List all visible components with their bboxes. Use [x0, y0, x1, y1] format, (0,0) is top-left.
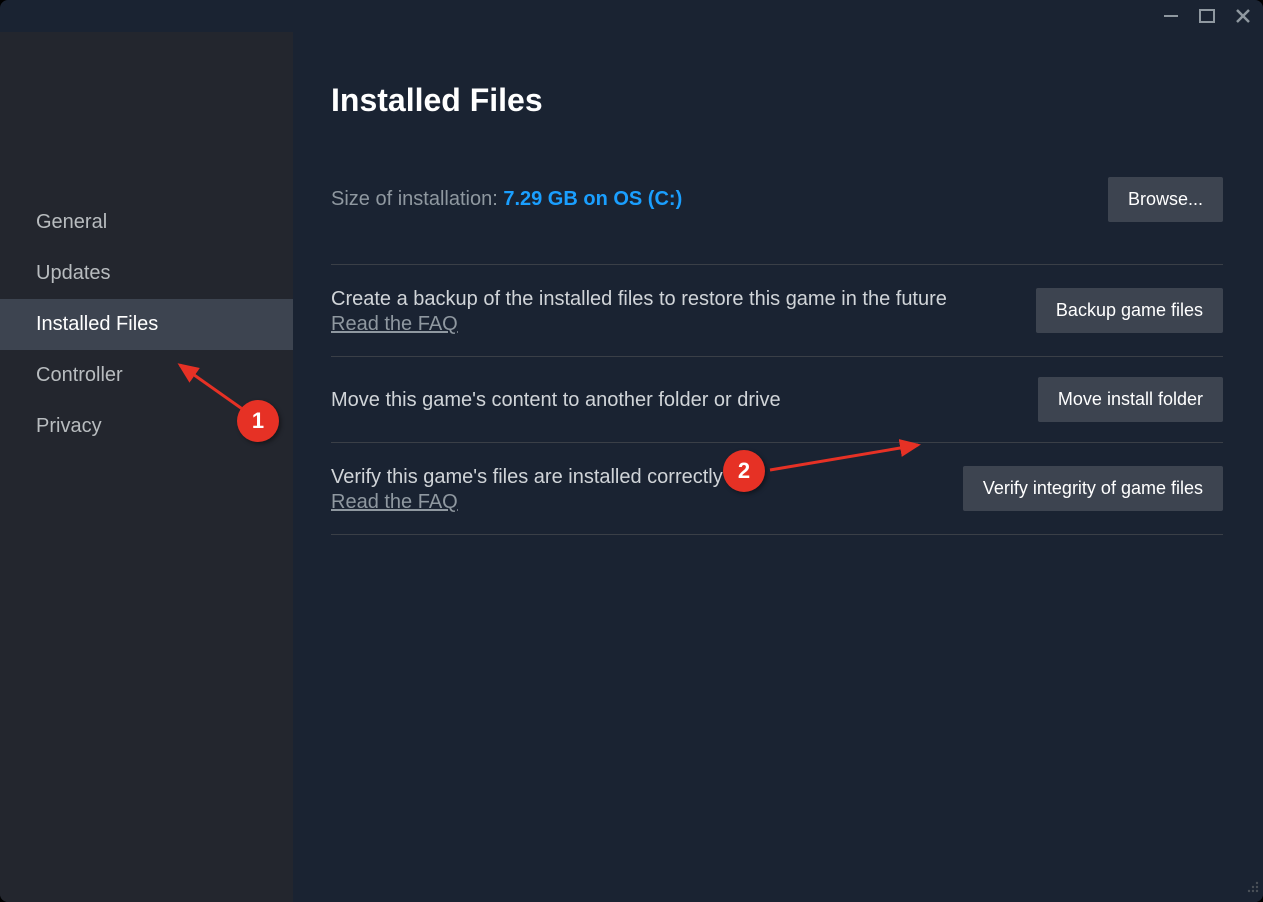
properties-window: General Updates Installed Files Controll…: [0, 0, 1263, 902]
close-button[interactable]: [1235, 8, 1251, 24]
sidebar: General Updates Installed Files Controll…: [0, 32, 293, 902]
move-desc: Move this game's content to another fold…: [331, 386, 1008, 414]
backup-button[interactable]: Backup game files: [1036, 288, 1223, 333]
move-button[interactable]: Move install folder: [1038, 377, 1223, 422]
callout-2: 2: [723, 450, 765, 492]
sidebar-item-general[interactable]: General: [0, 197, 293, 248]
arrow-2: [760, 425, 930, 480]
page-title: Installed Files: [331, 82, 1223, 119]
backup-section: Create a backup of the installed files t…: [331, 264, 1223, 356]
callout-badge-2: 2: [723, 450, 765, 492]
size-row: Size of installation: 7.29 GB on OS (C:)…: [331, 177, 1223, 264]
callout-1: 1: [237, 400, 279, 442]
minimize-button[interactable]: [1163, 8, 1179, 24]
main-content: General Updates Installed Files Controll…: [0, 32, 1263, 902]
backup-text: Create a backup of the installed files t…: [331, 285, 1006, 336]
titlebar-controls: [1163, 8, 1251, 24]
sidebar-item-installed-files[interactable]: Installed Files: [0, 299, 293, 350]
verify-faq-link[interactable]: Read the FAQ: [331, 491, 458, 513]
sidebar-item-updates[interactable]: Updates: [0, 248, 293, 299]
size-label: Size of installation:: [331, 188, 503, 210]
backup-faq-link[interactable]: Read the FAQ: [331, 313, 458, 335]
maximize-icon: [1199, 8, 1215, 24]
close-icon: [1235, 8, 1251, 24]
browse-button[interactable]: Browse...: [1108, 177, 1223, 222]
resize-grip[interactable]: [1245, 879, 1259, 898]
verify-button[interactable]: Verify integrity of game files: [963, 466, 1223, 511]
resize-grip-icon: [1245, 879, 1259, 893]
titlebar: [0, 0, 1263, 32]
move-text: Move this game's content to another fold…: [331, 386, 1008, 414]
size-value: 7.29 GB on OS (C:): [503, 188, 682, 210]
backup-desc: Create a backup of the installed files t…: [331, 285, 1006, 313]
size-text: Size of installation: 7.29 GB on OS (C:): [331, 188, 682, 211]
minimize-icon: [1163, 8, 1179, 24]
maximize-button[interactable]: [1199, 8, 1215, 24]
callout-badge-1: 1: [237, 400, 279, 442]
